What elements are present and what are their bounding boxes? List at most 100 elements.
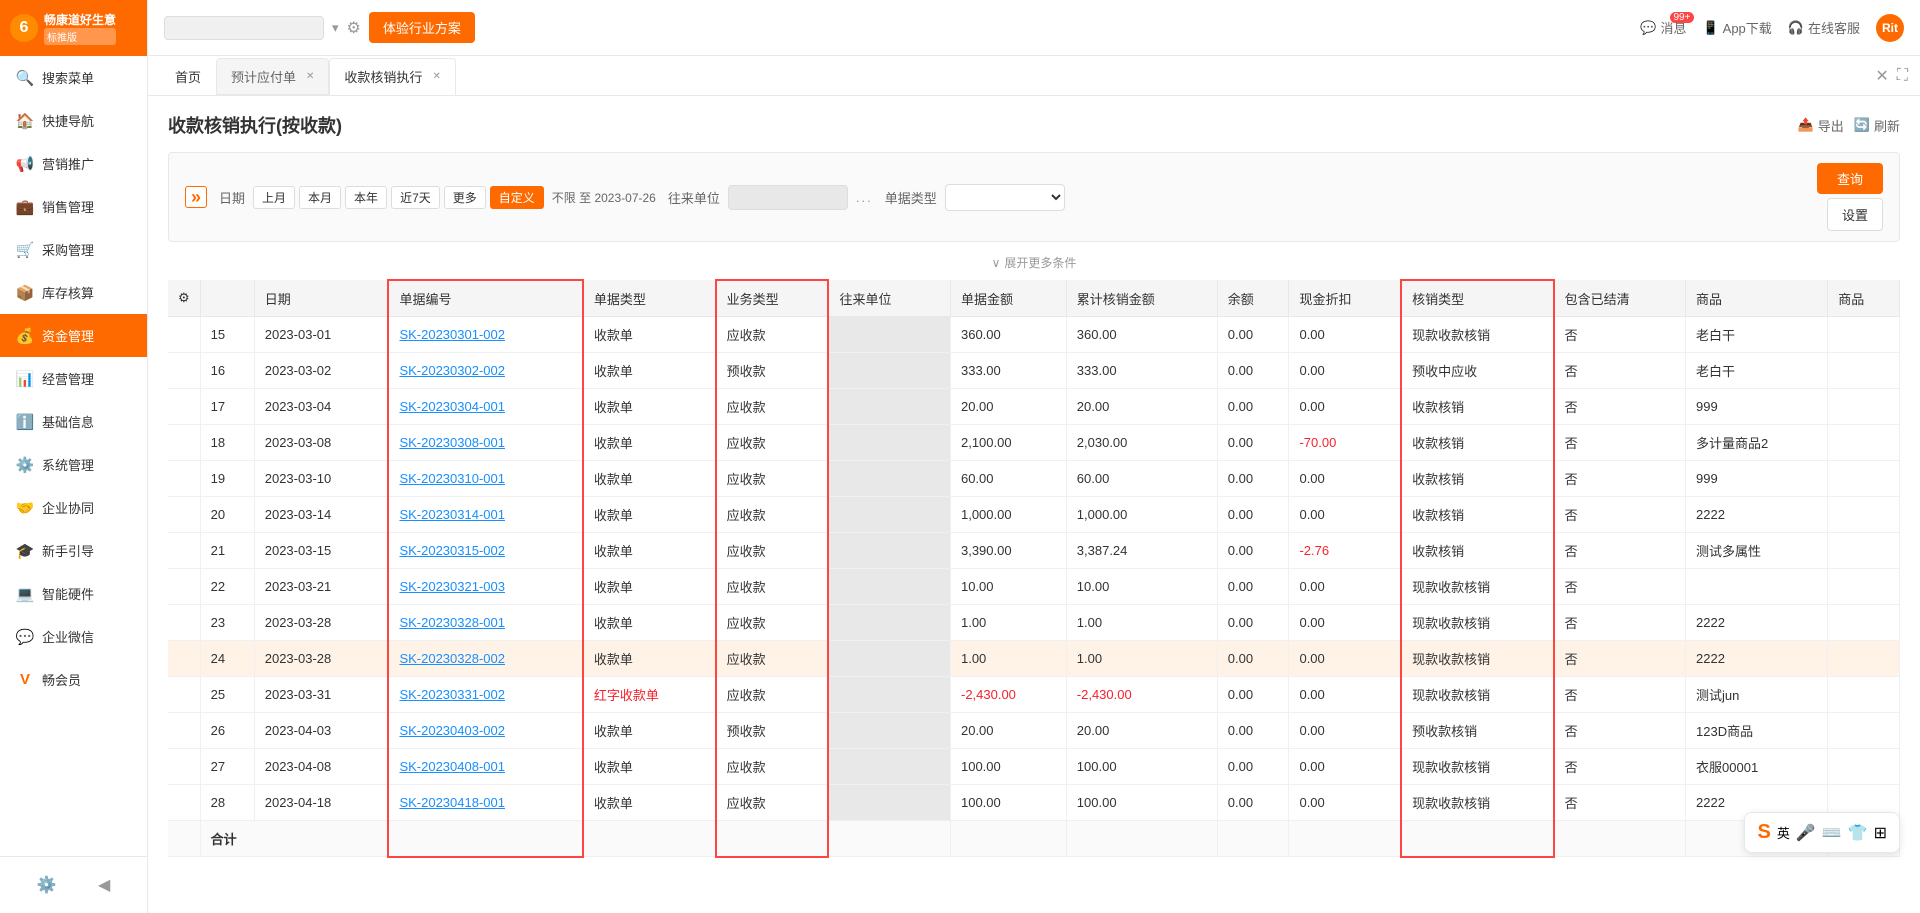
filter-settings-button[interactable]: 设置	[1827, 198, 1883, 231]
td-bill-no[interactable]: SK-20230301-002	[388, 317, 582, 353]
td-include-settled: 否	[1554, 713, 1686, 749]
sidebar-item-guide[interactable]: 🎓 新手引导	[0, 529, 147, 572]
export-button[interactable]: 📤 导出	[1798, 116, 1844, 135]
td-date: 2023-04-03	[254, 713, 388, 749]
gear-icon-topbar[interactable]: ⚙	[347, 18, 361, 38]
tab-expand-icon[interactable]: ⛶	[1897, 67, 1908, 85]
tab-collection-close[interactable]: ✕	[432, 71, 440, 82]
watermark-shirt-icon[interactable]: 👕	[1848, 823, 1868, 843]
table-row[interactable]: 26 2023-04-03 SK-20230403-002 收款单 预收款 20…	[168, 713, 1900, 749]
td-cash-discount: 0.00	[1289, 749, 1401, 785]
query-button[interactable]: 查询	[1817, 163, 1883, 194]
sidebar-item-basic[interactable]: ℹ️ 基础信息	[0, 400, 147, 443]
this-year-button[interactable]: 本年	[345, 186, 387, 209]
td-bill-no[interactable]: SK-20230331-002	[388, 677, 582, 713]
td-bill-no[interactable]: SK-20230328-002	[388, 641, 582, 677]
sidebar-item-inventory[interactable]: 📦 库存核算	[0, 271, 147, 314]
td-bill-no[interactable]: SK-20230328-001	[388, 605, 582, 641]
td-seq: 22	[200, 569, 254, 605]
sidebar-item-wechat[interactable]: 💬 企业微信	[0, 615, 147, 658]
td-product2	[1828, 641, 1900, 677]
sidebar-item-hardware[interactable]: 💻 智能硬件	[0, 572, 147, 615]
td-bill-no[interactable]: SK-20230315-002	[388, 533, 582, 569]
table-row[interactable]: 25 2023-03-31 SK-20230331-002 红字收款单 应收款 …	[168, 677, 1900, 713]
sidebar-item-marketing[interactable]: 📢 营销推广	[0, 142, 147, 185]
td-bill-no[interactable]: SK-20230308-001	[388, 425, 582, 461]
table-row[interactable]: 28 2023-04-18 SK-20230418-001 收款单 应收款 10…	[168, 785, 1900, 821]
sidebar-label-wechat: 企业微信	[42, 627, 94, 646]
td-bill-no[interactable]: SK-20230321-003	[388, 569, 582, 605]
table-row[interactable]: 24 2023-03-28 SK-20230328-002 收款单 应收款 1.…	[168, 641, 1900, 677]
table-row[interactable]: 22 2023-03-21 SK-20230321-003 收款单 应收款 10…	[168, 569, 1900, 605]
last-7days-button[interactable]: 近7天	[391, 186, 440, 209]
td-bill-no[interactable]: SK-20230310-001	[388, 461, 582, 497]
td-cancel-type: 收款核销	[1401, 497, 1554, 533]
message-button[interactable]: 💬 消息 99+	[1640, 18, 1686, 37]
td-bill-no[interactable]: SK-20230314-001	[388, 497, 582, 533]
bill-type-select[interactable]	[945, 184, 1065, 211]
app-download-button[interactable]: 📱 App下载	[1702, 18, 1771, 37]
industry-solution-button[interactable]: 体验行业方案	[369, 12, 475, 43]
table-row[interactable]: 15 2023-03-01 SK-20230301-002 收款单 应收款 36…	[168, 317, 1900, 353]
last-month-button[interactable]: 上月	[253, 186, 295, 209]
table-row[interactable]: 18 2023-03-08 SK-20230308-001 收款单 应收款 2,…	[168, 425, 1900, 461]
sidebar-item-finance[interactable]: 💰 资金管理	[0, 314, 147, 357]
breadcrumb-input[interactable]	[164, 16, 324, 40]
td-cancel-type: 现款收款核销	[1401, 317, 1554, 353]
td-bill-no[interactable]: SK-20230408-001	[388, 749, 582, 785]
sidebar-item-system[interactable]: ⚙️ 系统管理	[0, 443, 147, 486]
partner-input[interactable]	[728, 185, 848, 210]
td-bill-no[interactable]: SK-20230418-001	[388, 785, 582, 821]
more-date-button[interactable]: 更多	[444, 186, 486, 209]
th-settings[interactable]: ⚙	[168, 280, 200, 317]
td-bill-no[interactable]: SK-20230403-002	[388, 713, 582, 749]
sidebar-item-search[interactable]: 🔍 搜索菜单	[0, 56, 147, 99]
td-product1: 123D商品	[1686, 713, 1828, 749]
watermark-grid-icon[interactable]: ⊞	[1874, 823, 1887, 843]
sidebar-item-enterprise[interactable]: 🤝 企业协同	[0, 486, 147, 529]
table-row[interactable]: 20 2023-03-14 SK-20230314-001 收款单 应收款 1,…	[168, 497, 1900, 533]
td-settings	[168, 605, 200, 641]
td-footer-partner	[828, 821, 950, 857]
td-date: 2023-03-04	[254, 389, 388, 425]
sidebar-item-member[interactable]: V 畅会员	[0, 658, 147, 701]
user-avatar[interactable]: Rit	[1876, 14, 1904, 42]
sidebar-collapse-icon[interactable]: ◀	[98, 875, 110, 895]
expand-more-bar[interactable]: ∨ 展开更多条件	[168, 250, 1900, 279]
tab-collection[interactable]: 收款核销执行 ✕	[329, 58, 455, 95]
table-row[interactable]: 16 2023-03-02 SK-20230302-002 收款单 预收款 33…	[168, 353, 1900, 389]
td-product1: 衣服00001	[1686, 749, 1828, 785]
sidebar-settings-icon[interactable]: ⚙️	[37, 875, 57, 895]
sidebar-item-sales[interactable]: 💼 销售管理	[0, 185, 147, 228]
enterprise-icon: 🤝	[16, 499, 34, 517]
td-product2	[1828, 569, 1900, 605]
guide-icon: 🎓	[16, 542, 34, 560]
table-row[interactable]: 17 2023-03-04 SK-20230304-001 收款单 应收款 20…	[168, 389, 1900, 425]
tab-home[interactable]: 首页	[160, 58, 216, 95]
tab-prepaybill[interactable]: 预计应付单 ✕	[216, 58, 329, 95]
td-bill-no[interactable]: SK-20230304-001	[388, 389, 582, 425]
td-bill-no[interactable]: SK-20230302-002	[388, 353, 582, 389]
tab-close-icon[interactable]: ✕	[1875, 66, 1888, 86]
table-row[interactable]: 27 2023-04-08 SK-20230408-001 收款单 应收款 10…	[168, 749, 1900, 785]
table-row[interactable]: 19 2023-03-10 SK-20230310-001 收款单 应收款 60…	[168, 461, 1900, 497]
watermark-keyboard-icon[interactable]: ⌨️	[1822, 823, 1842, 843]
expand-label: 展开更多条件	[1004, 254, 1076, 271]
main-table: ⚙ 日期 单据编号 单据类型 业务类型 往来单位 单据金额 累计核销金额 余额 …	[168, 279, 1900, 858]
date-filter-label: 日期	[219, 188, 245, 207]
table-row[interactable]: 21 2023-03-15 SK-20230315-002 收款单 应收款 3,…	[168, 533, 1900, 569]
td-cancel-type: 现款收款核销	[1401, 569, 1554, 605]
watermark-mic-icon[interactable]: 🎤	[1796, 823, 1816, 843]
sidebar-item-quick-nav[interactable]: 🏠 快捷导航	[0, 99, 147, 142]
this-month-button[interactable]: 本月	[299, 186, 341, 209]
filter-toggle-button[interactable]: »	[185, 186, 207, 208]
tab-prepaybill-close[interactable]: ✕	[306, 71, 314, 82]
sidebar-item-purchase[interactable]: 🛒 采购管理	[0, 228, 147, 271]
custom-date-button[interactable]: 自定义	[490, 186, 544, 209]
search-icon: 🔍	[16, 69, 34, 87]
sidebar-item-operations[interactable]: 📊 经营管理	[0, 357, 147, 400]
table-row[interactable]: 23 2023-03-28 SK-20230328-001 收款单 应收款 1.…	[168, 605, 1900, 641]
online-service-button[interactable]: 🎧 在线客服	[1788, 18, 1860, 37]
td-cancel-type: 预收中应收	[1401, 353, 1554, 389]
refresh-button[interactable]: 🔄 刷新	[1854, 116, 1900, 135]
